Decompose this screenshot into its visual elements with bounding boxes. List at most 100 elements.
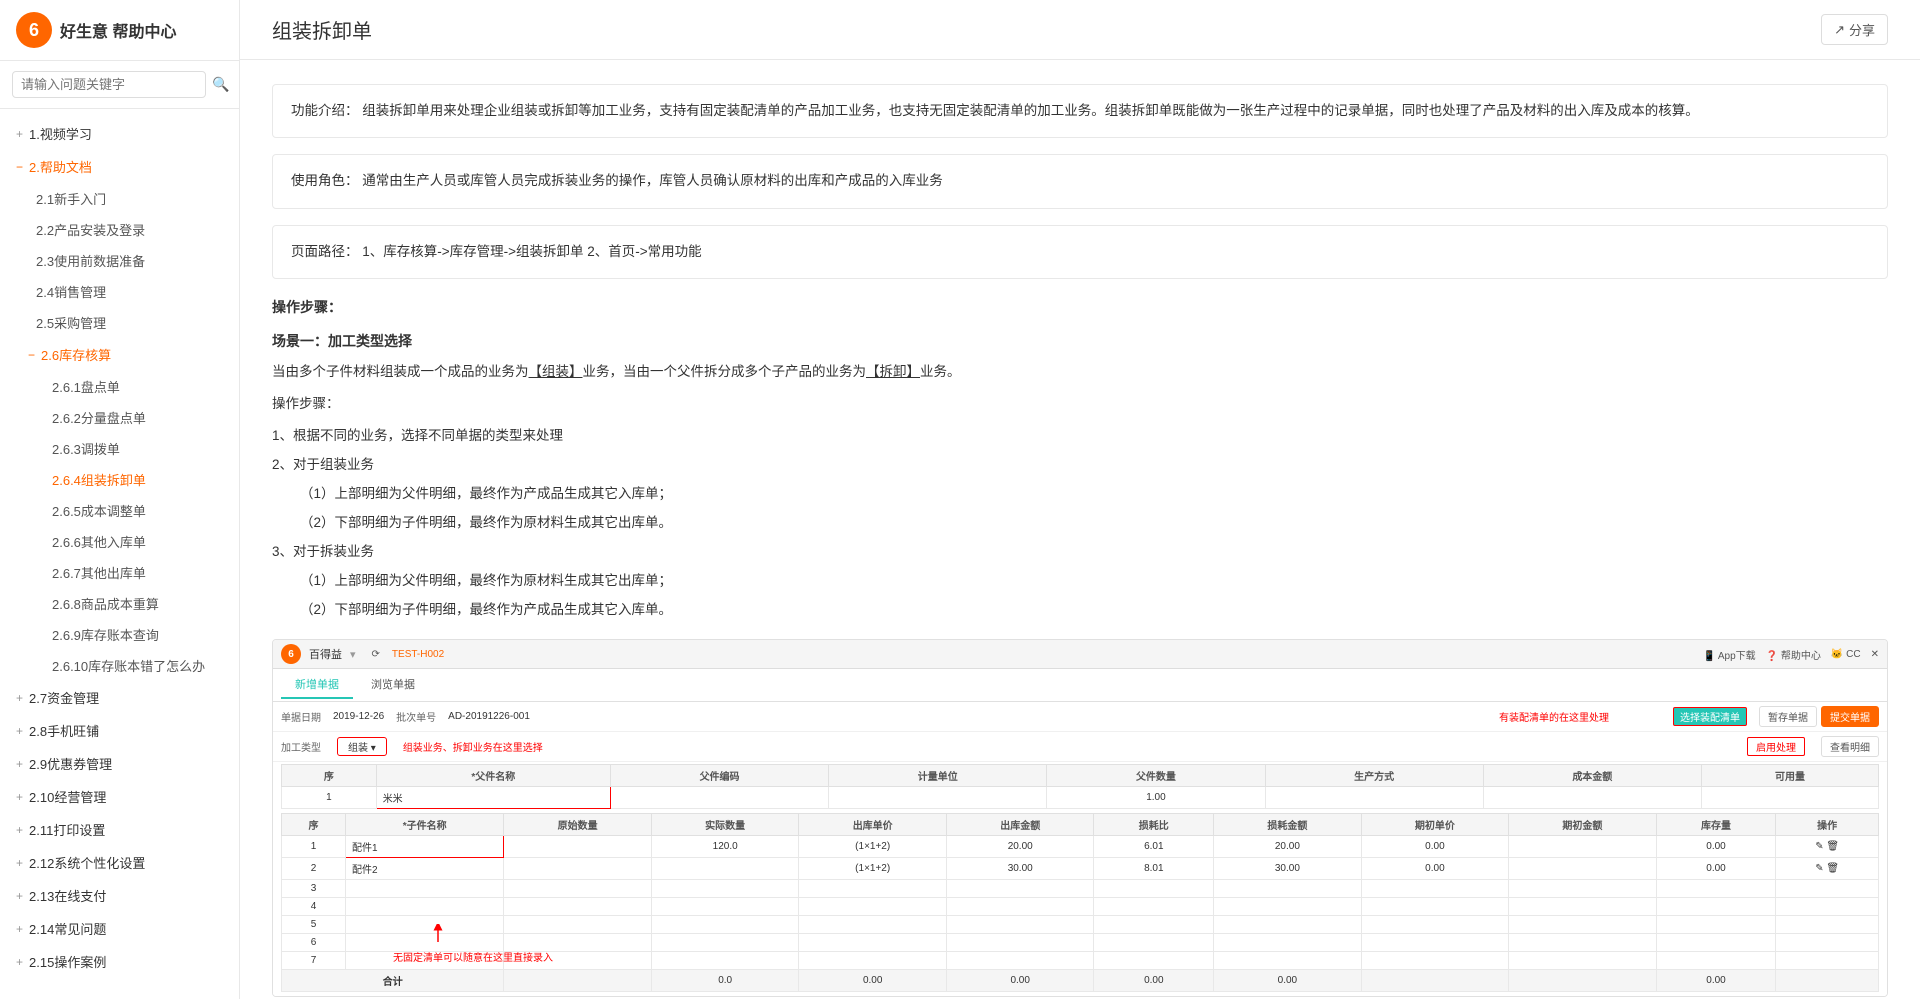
sim-upper-cell-method bbox=[1265, 787, 1483, 809]
sim-upper-table-container: 序 *父件名称 父件编码 计量单位 父件数量 生产方式 成本金额 可用量 bbox=[273, 762, 1887, 811]
sim-upper-th-6: 成本金额 bbox=[1483, 765, 1701, 787]
func-intro-label: 功能介绍： bbox=[291, 103, 359, 118]
sidebar-header: 6 好生意 帮助中心 bbox=[0, 0, 239, 61]
sim-process-type-select[interactable]: 组装 ▾ bbox=[337, 737, 387, 756]
collapse-icon: − bbox=[16, 160, 23, 174]
sidebar-item-operation[interactable]: + 2.10经营管理 bbox=[0, 780, 239, 813]
sim-action-btns: 暂存单据 提交单据 bbox=[1759, 706, 1879, 727]
sim-lower-th-4: 出库单价 bbox=[799, 814, 947, 836]
ann3-label: 启用处理 bbox=[1747, 737, 1805, 756]
sidebar-item-goodscost[interactable]: 2.6.8商品成本重算 bbox=[0, 588, 239, 619]
footer-7 bbox=[1509, 970, 1657, 992]
sidebar-item-accounterror[interactable]: 2.6.10库存账本错了怎么办 bbox=[0, 650, 239, 681]
sidebar-item-print[interactable]: + 2.11打印设置 bbox=[0, 813, 239, 846]
sidebar-item-new[interactable]: 2.1新手入门 bbox=[0, 183, 239, 214]
footer-5: 0.00 bbox=[1214, 970, 1362, 992]
sidebar-item-coupon[interactable]: + 2.9优惠券管理 bbox=[0, 747, 239, 780]
expand-icon-3: + bbox=[16, 724, 23, 738]
sidebar-item-stocktake[interactable]: 2.6.1盘点单 bbox=[0, 371, 239, 402]
sidebar: 6 好生意 帮助中心 🔍 + 1.视频学习 − 2.帮助文档 2.1新手入门 2… bbox=[0, 0, 240, 999]
role-label: 使用角色： bbox=[291, 173, 359, 188]
sidebar-item-stockcheck[interactable]: 2.6.9库存账本查询 bbox=[0, 619, 239, 650]
sidebar-item-split[interactable]: 2.6.2分量盘点单 bbox=[0, 402, 239, 433]
scenario1-title: 场景一：加工类型选择 bbox=[272, 331, 1888, 351]
expand-icon-4: + bbox=[16, 757, 23, 771]
sim-tab-new[interactable]: 新增单据 bbox=[281, 671, 353, 699]
footer-8: 0.00 bbox=[1656, 970, 1776, 992]
sidebar-item-sales[interactable]: 2.4销售管理 bbox=[0, 276, 239, 307]
sim-detail-btn[interactable]: 查看明细 bbox=[1821, 736, 1879, 757]
sim-refresh: ⟳ bbox=[372, 649, 380, 660]
sidebar-item-assembly[interactable]: 2.6.4组装拆卸单 bbox=[0, 464, 239, 495]
sim-submit-btn[interactable]: 提交单据 bbox=[1821, 706, 1879, 727]
sim-select-list-btn[interactable]: 选择装配清单 bbox=[1673, 707, 1747, 726]
search-input[interactable] bbox=[12, 71, 206, 98]
sim-upper-cell-name: 米米 bbox=[376, 787, 610, 809]
sidebar-item-personalize[interactable]: + 2.12系统个性化设置 bbox=[0, 846, 239, 879]
cell-1-8: 0.00 bbox=[1361, 858, 1509, 880]
sim-lower-row-3: 4 bbox=[282, 898, 1879, 916]
expand-icon: + bbox=[16, 127, 23, 141]
share-button[interactable]: ↗ 分享 bbox=[1821, 14, 1888, 45]
steps-list: 1、根据不同的业务，选择不同单据的类型来处理 2、对于组装业务 （1）上部明细为… bbox=[272, 422, 1888, 623]
sim-upper-cell-cost bbox=[1483, 787, 1701, 809]
cell-0-1: 配件1 bbox=[346, 836, 504, 858]
sim-topbar: 6 百得益 ▾ ⟳ TEST-H002 📱 App下载 ❓ 帮助中心 🐱 CC … bbox=[273, 640, 1887, 669]
sidebar-item-otherinbound[interactable]: 2.6.6其他入库单 bbox=[0, 526, 239, 557]
sim-help: ❓ 帮助中心 bbox=[1766, 647, 1821, 662]
sim-user: 🐱 CC bbox=[1831, 649, 1861, 660]
sidebar-item-costadj[interactable]: 2.6.5成本调整单 bbox=[0, 495, 239, 526]
cell-1-3 bbox=[651, 858, 799, 880]
sidebar-item-video[interactable]: + 1.视频学习 bbox=[0, 117, 239, 150]
sim-lower-table: 序 *子件名称 原始数量 实际数量 出库单价 出库金额 损耗比 损耗金额 期初单… bbox=[281, 813, 1879, 992]
sidebar-item-docs[interactable]: − 2.帮助文档 bbox=[0, 150, 239, 183]
sim-tab-browse[interactable]: 浏览单据 bbox=[357, 671, 429, 699]
sim-lower-table-container: 序 *子件名称 原始数量 实际数量 出库单价 出库金额 损耗比 损耗金额 期初单… bbox=[273, 811, 1887, 996]
sim-lower-th-1: *子件名称 bbox=[346, 814, 504, 836]
sidebar-item-inventory[interactable]: − 2.6库存核算 bbox=[0, 338, 239, 371]
cell-1-5: 30.00 bbox=[946, 858, 1094, 880]
sidebar-item-mobile[interactable]: + 2.8手机旺铺 bbox=[0, 714, 239, 747]
footer-0 bbox=[504, 970, 652, 992]
sim-lower-th-8: 期初单价 bbox=[1361, 814, 1509, 836]
cell-1-0: 2 bbox=[282, 858, 346, 880]
sidebar-item-adjust[interactable]: 2.6.3调拨单 bbox=[0, 433, 239, 464]
sim-upper-th-5: 生产方式 bbox=[1265, 765, 1483, 787]
ops-title: 操作步骤： bbox=[272, 297, 1888, 317]
page-title: 组装拆卸单 bbox=[272, 15, 372, 44]
sidebar-item-purchase[interactable]: 2.5采购管理 bbox=[0, 307, 239, 338]
cell-1-2 bbox=[504, 858, 652, 880]
sim-lower-th-9: 期初金额 bbox=[1509, 814, 1657, 836]
expand-icon-2: + bbox=[16, 691, 23, 705]
sim-save-btn[interactable]: 暂存单据 bbox=[1759, 706, 1817, 727]
footer-3: 0.00 bbox=[946, 970, 1094, 992]
sidebar-item-finance[interactable]: + 2.7资金管理 bbox=[0, 681, 239, 714]
path-label: 页面路径： bbox=[291, 244, 359, 259]
cell-1-6: 8.01 bbox=[1094, 858, 1214, 880]
role-text: 通常由生产人员或库管人员完成拆装业务的操作，库管人员确认原材料的出库和产成品的入… bbox=[362, 173, 943, 188]
sim-upper-th-2: 父件编码 bbox=[610, 765, 828, 787]
cell-0-0: 1 bbox=[282, 836, 346, 858]
sim-lower-th-7: 损耗金额 bbox=[1214, 814, 1362, 836]
sim-appstore: 📱 App下载 bbox=[1703, 647, 1755, 662]
expand-icon-10: + bbox=[16, 955, 23, 969]
sidebar-item-prepare[interactable]: 2.3使用前数据准备 bbox=[0, 245, 239, 276]
sidebar-item-case[interactable]: + 2.15操作案例 bbox=[0, 945, 239, 978]
step3-sub1: （1）上部明细为父件明细，最终作为原材料生成其它出库单； bbox=[300, 567, 1888, 594]
sidebar-item-payment[interactable]: + 2.13在线支付 bbox=[0, 879, 239, 912]
footer-label: 合计 bbox=[282, 970, 504, 992]
step2-sub2: （2）下部明细为子件明细，最终作为原材料生成其它出库单。 bbox=[300, 509, 1888, 536]
ann4-arrow bbox=[428, 924, 448, 944]
search-button[interactable]: 🔍 bbox=[212, 76, 229, 93]
sidebar-item-faq[interactable]: + 2.14常见问题 bbox=[0, 912, 239, 945]
sidebar-item-otheroutbound[interactable]: 2.6.7其他出库单 bbox=[0, 557, 239, 588]
sim-lower-th-3: 实际数量 bbox=[651, 814, 799, 836]
cell-0-8: 0.00 bbox=[1361, 836, 1509, 858]
sim-enable-section: 启用处理 bbox=[1747, 737, 1805, 756]
sim-upper-table: 序 *父件名称 父件编码 计量单位 父件数量 生产方式 成本金额 可用量 bbox=[281, 764, 1879, 809]
sidebar-item-install[interactable]: 2.2产品安装及登录 bbox=[0, 214, 239, 245]
sim-lower-th-11: 操作 bbox=[1776, 814, 1879, 836]
step2-sub1: （1）上部明细为父件明细，最终作为产成品生成其它入库单； bbox=[300, 480, 1888, 507]
main: 组装拆卸单 ↗ 分享 功能介绍： 组装拆卸单用来处理企业组装或拆卸等加工业务，支… bbox=[240, 0, 1920, 999]
func-intro-text: 组装拆卸单用来处理企业组装或拆卸等加工业务，支持有固定装配清单的产品加工业务，也… bbox=[362, 103, 1699, 118]
